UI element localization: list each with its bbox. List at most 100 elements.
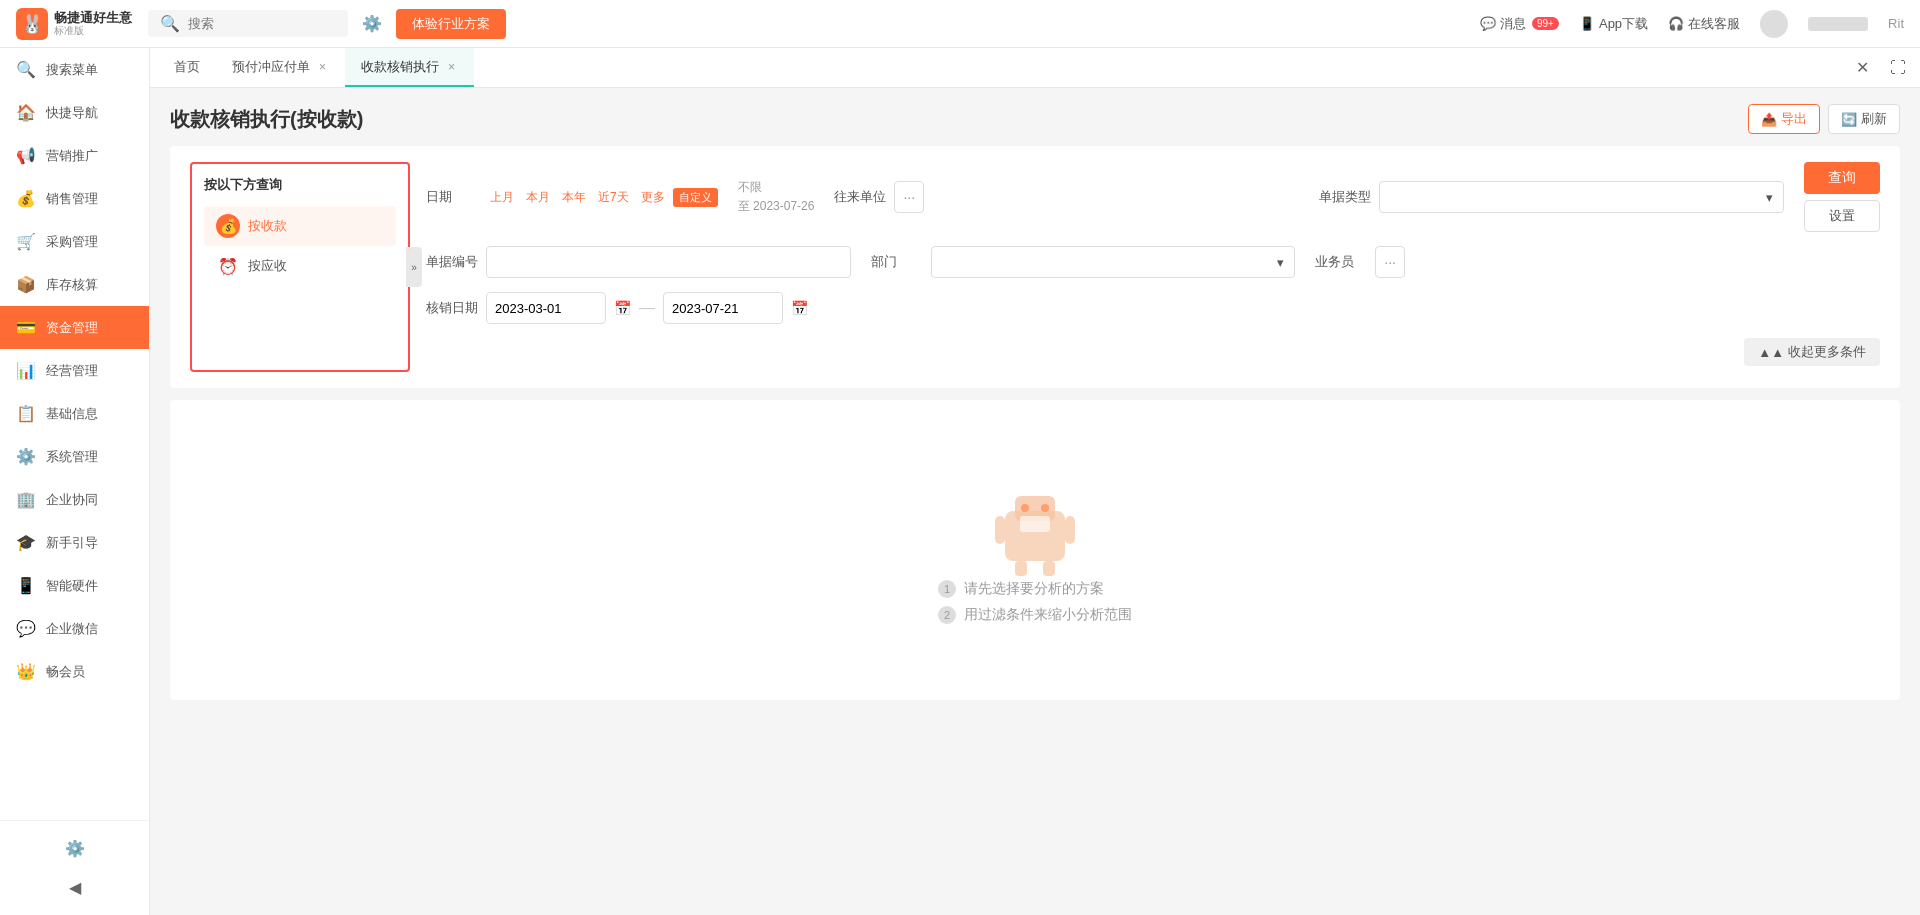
date-more[interactable]: 更多 (637, 187, 669, 208)
tab-1[interactable]: 预付冲应付单 × (216, 48, 345, 87)
tab-2[interactable]: 收款核销执行× (345, 48, 474, 87)
export-icon: 📤 (1761, 112, 1777, 127)
date-range-separator: — (639, 299, 655, 317)
filter-by-receivable[interactable]: ⏰ 按应收 (204, 246, 396, 286)
online-service-btn[interactable]: 🎧 在线客服 (1668, 15, 1740, 33)
tab-label-1: 预付冲应付单 (232, 58, 310, 76)
date-label: 日期 (426, 188, 478, 206)
sidebar-label-purchase: 采购管理 (46, 233, 98, 251)
date-this-year[interactable]: 本年 (558, 187, 590, 208)
dept-select[interactable]: ▾ (931, 246, 1296, 278)
sidebar-label-inventory: 库存核算 (46, 276, 98, 294)
filter-row-2: 单据编号 部门 ▾ 业务员 ··· (426, 246, 1880, 278)
sidebar-label-marketing: 营销推广 (46, 147, 98, 165)
sidebar-icon-enterprise: 🏢 (16, 490, 36, 509)
empty-tip-2: 2 用过滤条件来缩小分析范围 (938, 606, 1132, 624)
sidebar-item-finance[interactable]: 💳 资金管理 (0, 306, 149, 349)
tab-bar-right: ✕ ⛶ (1848, 48, 1912, 87)
partner-label: 往来单位 (834, 188, 886, 206)
settings-icon[interactable]: ⚙️ (356, 8, 388, 40)
svg-rect-8 (1043, 561, 1055, 576)
doc-no-input[interactable] (486, 246, 851, 278)
date-field: 日期 上月 本月 本年 近7天 更多 自定义 (426, 187, 718, 208)
receipt-label: 按收款 (248, 217, 287, 235)
sidebar-item-enterprise[interactable]: 🏢 企业协同 (0, 478, 149, 521)
doc-type-label: 单据类型 (1319, 188, 1371, 206)
sidebar-settings-btn[interactable]: ⚙️ (0, 829, 149, 868)
sidebar-icon-basic-info: 📋 (16, 404, 36, 423)
refresh-btn[interactable]: 🔄 刷新 (1828, 104, 1900, 134)
sidebar-item-hardware[interactable]: 📱 智能硬件 (0, 564, 149, 607)
receipt-icon: 💰 (216, 214, 240, 238)
verify-date-start[interactable] (486, 292, 606, 324)
svg-rect-7 (1015, 561, 1027, 576)
sidebar-item-basic-info[interactable]: 📋 基础信息 (0, 392, 149, 435)
filter-collapse-btn[interactable]: » (406, 247, 422, 287)
messages-btn[interactable]: 💬 消息 99+ (1480, 15, 1559, 33)
sidebar-item-guide[interactable]: 🎓 新手引导 (0, 521, 149, 564)
search-input[interactable] (188, 16, 338, 31)
sidebar-item-weixin[interactable]: 💬 企业微信 (0, 607, 149, 650)
partner-input[interactable]: ··· (894, 181, 924, 213)
collapse-more-area: ▲▲ 收起更多条件 (426, 332, 1880, 372)
tab-close-1[interactable]: × (316, 59, 329, 75)
filter-panel: 按以下方查询 💰 按收款 ⏰ 按应收 » (170, 146, 1900, 388)
sidebar-label-search-menu: 搜索菜单 (46, 61, 98, 79)
tab-close-all-btn[interactable]: ✕ (1848, 54, 1876, 82)
doc-type-select[interactable]: ▾ (1379, 181, 1784, 213)
tab-0[interactable]: 首页 (158, 48, 216, 87)
settings-btn[interactable]: 设置 (1804, 200, 1880, 232)
tab-expand-btn[interactable]: ⛶ (1884, 54, 1912, 82)
sidebar-label-management: 经营管理 (46, 362, 98, 380)
tab-close-2[interactable]: × (445, 59, 458, 75)
verify-date-start-icon[interactable]: 📅 (614, 300, 631, 316)
date-custom[interactable]: 自定义 (673, 188, 718, 207)
date-7days[interactable]: 近7天 (594, 187, 633, 208)
app-download-btn[interactable]: 📱 App下载 (1579, 15, 1648, 33)
sidebar-item-member[interactable]: 👑 畅会员 (0, 650, 149, 693)
staff-label: 业务员 (1315, 253, 1367, 271)
sidebar-bottom: ⚙️ ◀ (0, 820, 149, 915)
partner-field: 往来单位 ··· (834, 181, 1299, 213)
date-last-month[interactable]: 上月 (486, 187, 518, 208)
sidebar-item-purchase[interactable]: 🛒 采购管理 (0, 220, 149, 263)
sidebar-collapse-btn[interactable]: ◀ (0, 868, 149, 907)
sidebar-icon-inventory: 📦 (16, 275, 36, 294)
export-btn[interactable]: 📤 导出 (1748, 104, 1820, 134)
search-bar[interactable]: 🔍 (148, 10, 348, 37)
refresh-icon: 🔄 (1841, 112, 1857, 127)
sidebar-icon-marketing: 📢 (16, 146, 36, 165)
empty-svg (985, 476, 1085, 576)
content-area: 首页预付冲应付单×收款核销执行× ✕ ⛶ 收款核销执行(按收款) 📤 导出 🔄 (150, 48, 1920, 915)
collapse-more-btn[interactable]: ▲▲ 收起更多条件 (1744, 338, 1880, 366)
chevron-down-icon: ▾ (1766, 190, 1773, 205)
sidebar-item-management[interactable]: 📊 经营管理 (0, 349, 149, 392)
sidebar-item-marketing[interactable]: 📢 营销推广 (0, 134, 149, 177)
sidebar: 🔍 搜索菜单 🏠 快捷导航 📢 营销推广 💰 销售管理 🛒 采购管理 📦 库存核… (0, 48, 150, 915)
phone-icon: 📱 (1579, 16, 1595, 31)
date-this-month[interactable]: 本月 (522, 187, 554, 208)
empty-illustration (985, 476, 1085, 580)
sidebar-item-quick-nav[interactable]: 🏠 快捷导航 (0, 91, 149, 134)
sidebar-item-system[interactable]: ⚙️ 系统管理 (0, 435, 149, 478)
page-content: 收款核销执行(按收款) 📤 导出 🔄 刷新 按以下方查询 (150, 88, 1920, 915)
verify-date-end[interactable] (663, 292, 783, 324)
date-no-limit: 不限 (738, 179, 815, 196)
filter-by-receipt[interactable]: 💰 按收款 (204, 206, 396, 246)
sidebar-item-search-menu[interactable]: 🔍 搜索菜单 (0, 48, 149, 91)
data-area: 1 请先选择要分析的方案 2 用过滤条件来缩小分析范围 (170, 400, 1900, 700)
logo-text: 畅捷通好生意 标准版 (54, 10, 132, 38)
staff-field: 业务员 ··· (1315, 246, 1740, 278)
sidebar-item-inventory[interactable]: 📦 库存核算 (0, 263, 149, 306)
verify-date-end-icon[interactable]: 📅 (791, 300, 808, 316)
sidebar-item-sales[interactable]: 💰 销售管理 (0, 177, 149, 220)
query-btn[interactable]: 查询 (1804, 162, 1880, 194)
dept-chevron-icon: ▾ (1277, 255, 1284, 270)
sidebar-icon-member: 👑 (16, 662, 36, 681)
doc-no-field: 单据编号 (426, 246, 851, 278)
industry-btn[interactable]: 体验行业方案 (396, 9, 506, 39)
sidebar-label-basic-info: 基础信息 (46, 405, 98, 423)
staff-input[interactable]: ··· (1375, 246, 1405, 278)
sidebar-label-finance: 资金管理 (46, 319, 98, 337)
avatar (1760, 10, 1788, 38)
